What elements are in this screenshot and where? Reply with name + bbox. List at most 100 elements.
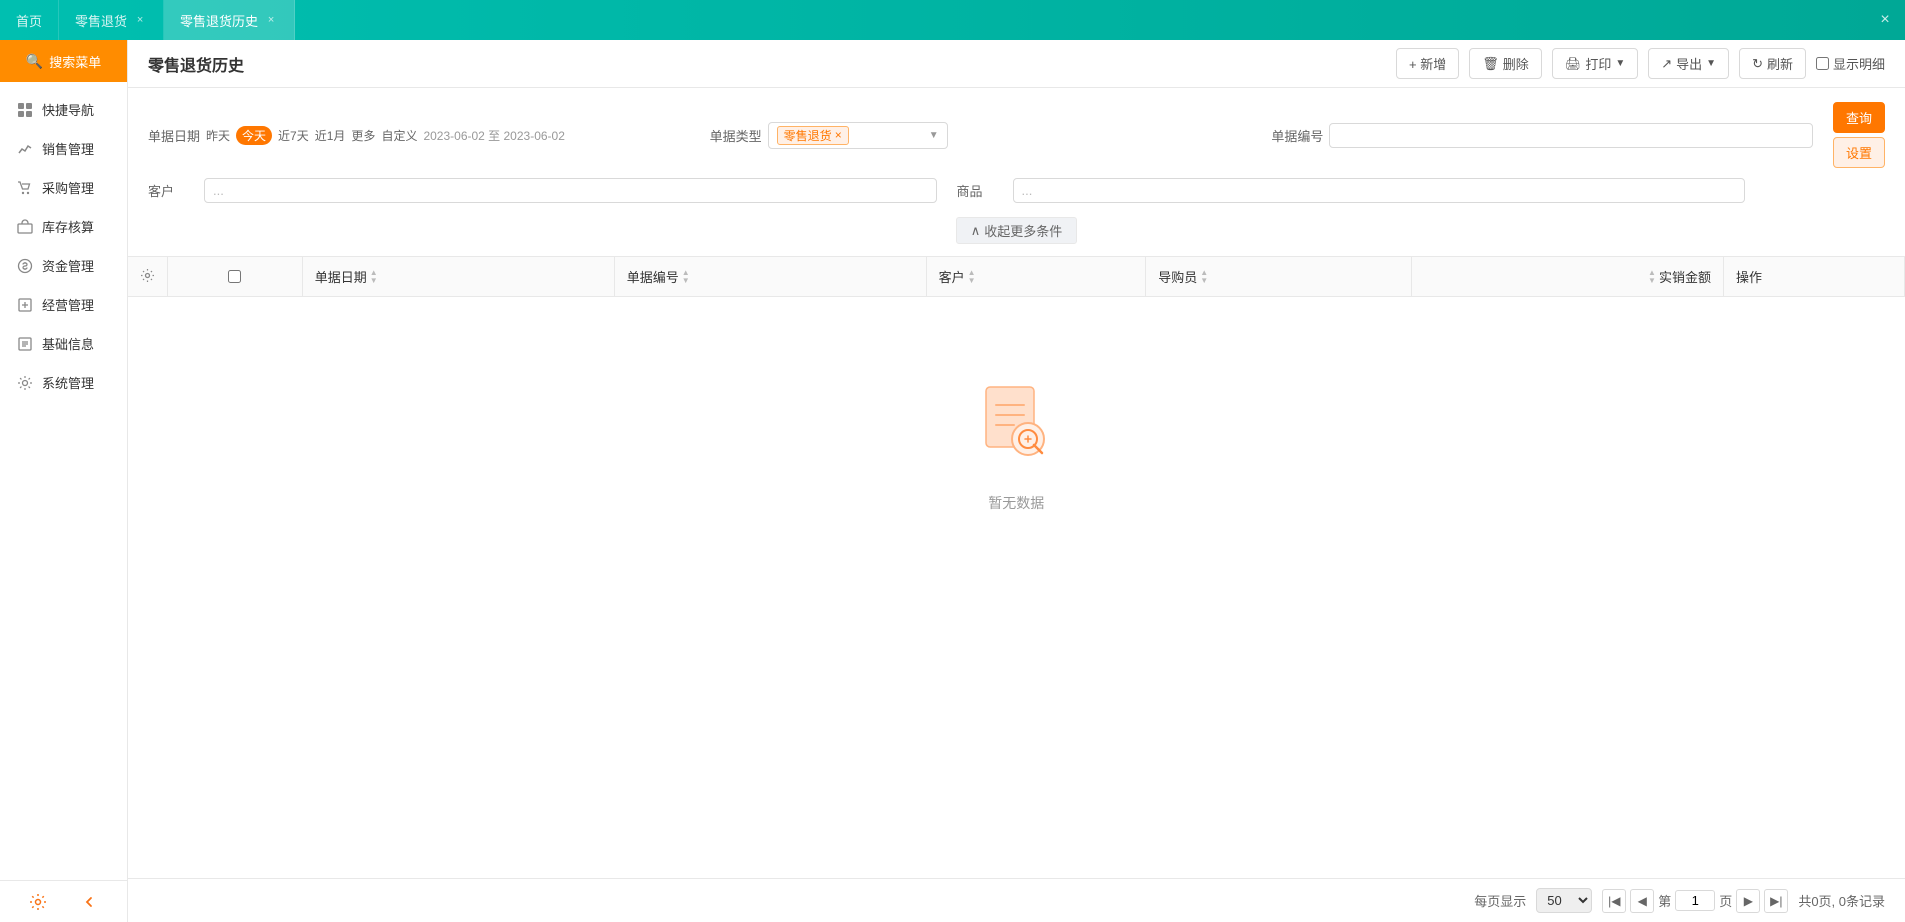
prev-page-button[interactable]: ◀: [1630, 889, 1654, 913]
voucher-type-tag-close[interactable]: ×: [835, 128, 842, 142]
window-close-button[interactable]: ×: [1865, 0, 1905, 40]
sidebar-collapse-button[interactable]: [75, 888, 103, 916]
date-more[interactable]: 更多: [351, 127, 375, 144]
print-button-label: 打印: [1585, 54, 1611, 73]
page-header: 零售退货历史 + 新增 🗑 删除 🖨 打印 ▼ ↗ 导出 ▼: [128, 40, 1905, 88]
table-col-customer[interactable]: 客户 ▲▼: [926, 257, 1146, 297]
date-shortcuts: 昨天 今天 近7天 近1月 更多 自定义: [206, 126, 417, 145]
page-label: 第: [1658, 891, 1671, 910]
first-page-button[interactable]: |◀: [1602, 889, 1626, 913]
col-action-label: 操作: [1736, 270, 1762, 285]
page-suffix: 页: [1719, 891, 1732, 910]
sidebar-item-system-mgmt[interactable]: 系统管理: [0, 363, 127, 402]
refresh-icon: ↻: [1752, 56, 1763, 72]
col-no-label: 单据编号: [627, 267, 679, 286]
tab-retail-return-label: 零售退货: [75, 11, 127, 30]
tab-home[interactable]: 首页: [0, 0, 59, 40]
sidebar-item-basic-info[interactable]: 基础信息: [0, 324, 127, 363]
empty-text: 暂无数据: [988, 493, 1044, 513]
amount-sort-arrows: ▲▼: [1648, 269, 1656, 285]
table-col-guide[interactable]: 导购员 ▲▼: [1146, 257, 1412, 297]
purchase-icon: [16, 179, 34, 197]
refresh-button[interactable]: ↻ 刷新: [1739, 48, 1806, 79]
date-7days[interactable]: 近7天: [278, 127, 309, 144]
sidebar-item-purchase-mgmt[interactable]: 采购管理: [0, 168, 127, 207]
customer-input[interactable]: ...: [204, 178, 937, 203]
table-checkbox-col[interactable]: [168, 257, 303, 297]
search-icon: 🔍: [26, 53, 43, 70]
voucher-type-label: 单据类型: [710, 126, 762, 145]
no-sort-arrows: ▲▼: [682, 269, 690, 285]
voucher-type-tag-label: 零售退货: [784, 127, 832, 144]
voucher-type-select[interactable]: 零售退货 × ▼: [768, 122, 948, 149]
page-input[interactable]: [1675, 890, 1715, 911]
date-1month[interactable]: 近1月: [315, 127, 346, 144]
date-yesterday[interactable]: 昨天: [206, 127, 230, 144]
last-page-button[interactable]: ▶|: [1764, 889, 1788, 913]
show-detail-checkbox[interactable]: 显示明细: [1816, 54, 1885, 73]
sidebar-item-sales-label: 销售管理: [42, 139, 94, 158]
new-button[interactable]: + 新增: [1396, 48, 1459, 79]
sidebar-item-purchase-label: 采购管理: [42, 178, 94, 197]
tab-retail-return-history-close[interactable]: ×: [264, 13, 278, 27]
query-button-label: 查询: [1846, 108, 1872, 127]
select-all-checkbox[interactable]: [228, 270, 241, 283]
new-button-label: + 新增: [1409, 54, 1446, 73]
sidebar-item-quick-nav[interactable]: 快捷导航: [0, 90, 127, 129]
table-col-amount[interactable]: ▲▼ 实销金额: [1412, 257, 1724, 297]
empty-state-cell: 暂无数据: [128, 297, 1905, 594]
export-button[interactable]: ↗ 导出 ▼: [1648, 48, 1729, 79]
settings-filter-button[interactable]: 设置: [1833, 137, 1885, 168]
per-page-select[interactable]: 50 100 200: [1536, 888, 1592, 913]
date-filter-label: 单据日期: [148, 126, 200, 145]
date-today[interactable]: 今天: [236, 126, 272, 145]
tab-retail-return-close[interactable]: ×: [133, 13, 147, 27]
table-col-no[interactable]: 单据编号 ▲▼: [614, 257, 926, 297]
total-info: 共0页, 0条记录: [1798, 891, 1885, 910]
table-col-date[interactable]: 单据日期 ▲▼: [302, 257, 614, 297]
goods-filter: 商品 ...: [957, 178, 1746, 203]
sidebar-item-quick-nav-label: 快捷导航: [42, 100, 94, 119]
search-menu-button[interactable]: 🔍 搜索菜单: [0, 40, 127, 82]
inventory-icon: [16, 218, 34, 236]
collapse-button[interactable]: ∧ 收起更多条件: [956, 217, 1078, 244]
sidebar-item-ops-mgmt[interactable]: 经营管理: [0, 285, 127, 324]
sidebar-item-finance-mgmt[interactable]: 资金管理: [0, 246, 127, 285]
goods-input[interactable]: ...: [1013, 178, 1746, 203]
col-date-label: 单据日期: [315, 267, 367, 286]
refresh-button-label: 刷新: [1767, 54, 1793, 73]
tab-retail-return-history[interactable]: 零售退货历史 ×: [164, 0, 295, 40]
pagination-bar: 每页显示 50 100 200 |◀ ◀ 第 页 ▶ ▶| 共0页, 0条记录: [128, 878, 1905, 922]
page-title: 零售退货历史: [148, 52, 1396, 76]
collapse-icon: ∧: [971, 223, 981, 239]
sidebar-settings-button[interactable]: [24, 888, 52, 916]
empty-state: 暂无数据: [128, 297, 1905, 593]
query-button[interactable]: 查询: [1833, 102, 1885, 133]
voucher-type-filter: 单据类型 零售退货 × ▼: [710, 122, 1252, 149]
print-dropdown-icon: ▼: [1615, 58, 1625, 69]
voucher-type-dropdown-icon: ▼: [929, 130, 939, 141]
sidebar-bottom: [0, 880, 127, 922]
tab-retail-return[interactable]: 零售退货 ×: [59, 0, 164, 40]
tab-home-label: 首页: [16, 11, 42, 30]
delete-button[interactable]: 🗑 删除: [1469, 48, 1542, 79]
table-col-action: 操作: [1723, 257, 1904, 297]
date-custom[interactable]: 自定义: [381, 127, 417, 144]
print-button[interactable]: 🖨 打印 ▼: [1552, 48, 1638, 79]
show-detail-input[interactable]: [1816, 57, 1829, 70]
top-bar: 首页 零售退货 × 零售退货历史 × ×: [0, 0, 1905, 40]
toolbar: + 新增 🗑 删除 🖨 打印 ▼ ↗ 导出 ▼ ↻: [1396, 48, 1885, 79]
next-page-button[interactable]: ▶: [1736, 889, 1760, 913]
delete-button-label: 删除: [1503, 54, 1529, 73]
voucher-no-input[interactable]: [1329, 123, 1813, 148]
table-settings-col[interactable]: [128, 257, 168, 297]
col-customer-label: 客户: [939, 267, 965, 286]
finance-icon: [16, 257, 34, 275]
collapse-section: ∧ 收起更多条件: [148, 213, 1885, 248]
sidebar-item-inventory[interactable]: 库存核算: [0, 207, 127, 246]
collapse-label: 收起更多条件: [984, 221, 1062, 240]
date-range-display: 2023-06-02 至 2023-06-02: [423, 127, 564, 144]
sidebar-item-sales-mgmt[interactable]: 销售管理: [0, 129, 127, 168]
voucher-no-filter: 单据编号: [1271, 123, 1813, 148]
filter-area: 单据日期 昨天 今天 近7天 近1月 更多 自定义 2023-06-02 至 2…: [128, 88, 1905, 257]
